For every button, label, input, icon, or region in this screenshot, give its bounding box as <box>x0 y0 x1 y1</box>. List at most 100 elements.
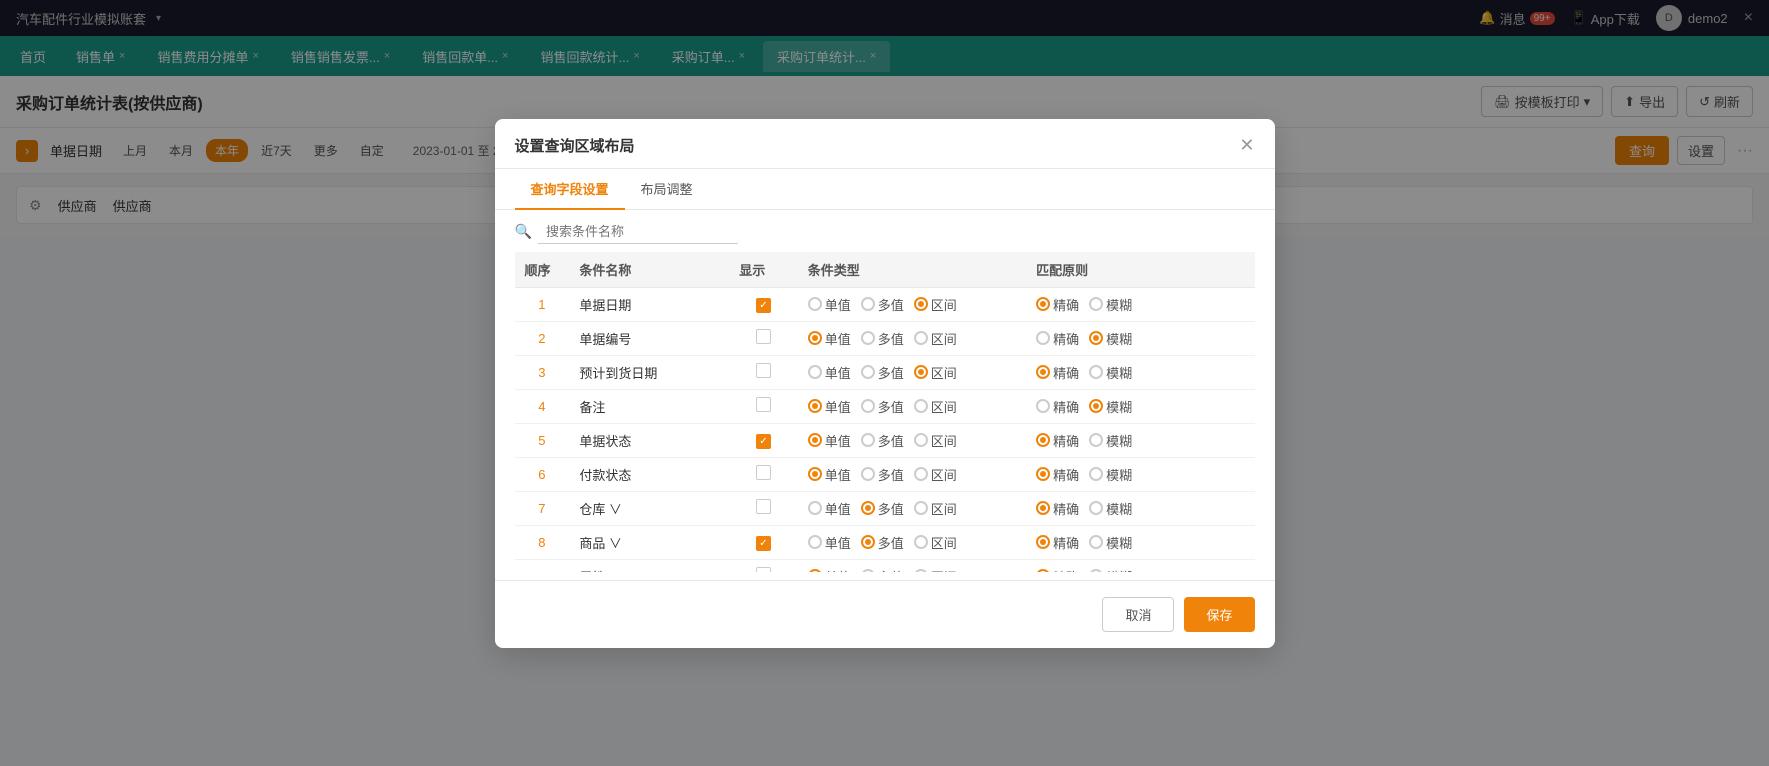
radio-type-range[interactable]: 区间 <box>914 397 957 416</box>
radio-match-exact[interactable]: 精确 <box>1036 329 1079 348</box>
radio-type-range[interactable]: 区间 <box>914 567 957 572</box>
cell-show[interactable] <box>729 287 798 321</box>
radio-circle-type-multi <box>861 467 875 481</box>
cell-type: 单值多值区间 <box>798 457 1026 491</box>
show-checkbox[interactable] <box>756 567 771 572</box>
radio-match-exact[interactable]: 精确 <box>1036 465 1079 484</box>
table-row: 1单据日期单值多值区间精确模糊 <box>515 287 1255 321</box>
radio-match-exact[interactable]: 精确 <box>1036 295 1079 314</box>
radio-match-exact[interactable]: 精确 <box>1036 397 1079 416</box>
radio-label-type-single: 单值 <box>825 465 851 484</box>
radio-match-exact[interactable]: 精确 <box>1036 363 1079 382</box>
show-checkbox[interactable] <box>756 434 771 449</box>
radio-type-single[interactable]: 单值 <box>808 363 851 382</box>
tab-layout-adjust[interactable]: 布局调整 <box>625 169 709 210</box>
radio-type-range[interactable]: 区间 <box>914 329 957 348</box>
cell-show[interactable] <box>729 559 798 572</box>
radio-match-fuzzy[interactable]: 模糊 <box>1089 295 1132 314</box>
cell-name: 单据状态 <box>569 423 729 457</box>
radio-type-single[interactable]: 单值 <box>808 465 851 484</box>
radio-match-fuzzy[interactable]: 模糊 <box>1089 329 1132 348</box>
search-icon: 🔍 <box>515 223 532 240</box>
radio-circle-type-single <box>808 467 822 481</box>
cell-name: 仓库 ∨ <box>569 491 729 525</box>
radio-match-fuzzy[interactable]: 模糊 <box>1089 533 1132 552</box>
radio-circle-match-exact <box>1036 569 1050 572</box>
radio-type-single[interactable]: 单值 <box>808 567 851 572</box>
cancel-button[interactable]: 取消 <box>1102 597 1174 632</box>
radio-match-fuzzy[interactable]: 模糊 <box>1089 397 1132 416</box>
show-checkbox[interactable] <box>756 329 771 344</box>
radio-match-fuzzy[interactable]: 模糊 <box>1089 431 1132 450</box>
cell-show[interactable] <box>729 423 798 457</box>
radio-circle-type-multi <box>861 297 875 311</box>
cell-match: 精确模糊 <box>1026 321 1254 355</box>
save-button[interactable]: 保存 <box>1184 597 1254 632</box>
radio-type-range[interactable]: 区间 <box>914 533 957 552</box>
radio-circle-type-range <box>914 569 928 572</box>
radio-label-type-single: 单值 <box>825 499 851 518</box>
cell-show[interactable] <box>729 457 798 491</box>
cell-show[interactable] <box>729 389 798 423</box>
radio-type-multi[interactable]: 多值 <box>861 295 904 314</box>
radio-type-single[interactable]: 单值 <box>808 431 851 450</box>
show-checkbox[interactable] <box>756 499 771 514</box>
settings-table: 顺序 条件名称 显示 条件类型 匹配原则 1单据日期单值多值区间精确模糊2单据编… <box>515 252 1255 572</box>
show-checkbox[interactable] <box>756 465 771 480</box>
radio-type-multi[interactable]: 多值 <box>861 397 904 416</box>
show-checkbox[interactable] <box>756 536 771 551</box>
radio-type-range[interactable]: 区间 <box>914 431 957 450</box>
radio-type-multi[interactable]: 多值 <box>861 533 904 552</box>
radio-type-single[interactable]: 单值 <box>808 397 851 416</box>
cell-match: 精确 模糊 <box>1026 559 1254 572</box>
radio-type-single[interactable]: 单值 <box>808 329 851 348</box>
radio-type-single[interactable]: 单值 <box>808 499 851 518</box>
modal-overlay: 设置查询区域布局 ✕ 查询字段设置 布局调整 🔍 顺序 条件名称 显示 <box>0 0 1769 766</box>
dialog-close-button[interactable]: ✕ <box>1239 136 1254 154</box>
radio-type-multi[interactable]: 多值 <box>861 465 904 484</box>
radio-type-multi[interactable]: 多值 <box>861 431 904 450</box>
radio-type-range[interactable]: 区间 <box>914 499 957 518</box>
radio-label-type-range: 区间 <box>931 499 957 518</box>
search-input[interactable] <box>538 220 738 244</box>
radio-match-exact[interactable]: 精确 <box>1036 567 1079 572</box>
table-row: 4备注 单值多值区间 精确模糊 <box>515 389 1255 423</box>
cell-order: 4 <box>515 389 570 423</box>
show-checkbox[interactable] <box>756 298 771 313</box>
show-checkbox[interactable] <box>756 363 771 378</box>
cell-name: 备注 <box>569 389 729 423</box>
cell-show[interactable] <box>729 321 798 355</box>
radio-type-multi[interactable]: 多值 <box>861 363 904 382</box>
radio-label-type-range: 区间 <box>931 295 957 314</box>
cell-show[interactable] <box>729 525 798 559</box>
cell-order: 8 <box>515 525 570 559</box>
radio-label-match-fuzzy: 模糊 <box>1106 363 1132 382</box>
settings-dialog: 设置查询区域布局 ✕ 查询字段设置 布局调整 🔍 顺序 条件名称 显示 <box>495 119 1275 648</box>
radio-match-exact[interactable]: 精确 <box>1036 533 1079 552</box>
tab-query-fields[interactable]: 查询字段设置 <box>515 169 625 210</box>
show-checkbox[interactable] <box>756 397 771 412</box>
radio-circle-type-range <box>914 433 928 447</box>
radio-label-type-single: 单值 <box>825 533 851 552</box>
radio-type-range[interactable]: 区间 <box>914 363 957 382</box>
radio-match-fuzzy[interactable]: 模糊 <box>1089 567 1132 572</box>
radio-match-fuzzy[interactable]: 模糊 <box>1089 465 1132 484</box>
radio-match-fuzzy[interactable]: 模糊 <box>1089 499 1132 518</box>
radio-type-multi[interactable]: 多值 <box>861 499 904 518</box>
radio-type-multi[interactable]: 多值 <box>861 567 904 572</box>
radio-match-fuzzy[interactable]: 模糊 <box>1089 363 1132 382</box>
radio-type-single[interactable]: 单值 <box>808 533 851 552</box>
radio-type-range[interactable]: 区间 <box>914 295 957 314</box>
radio-type-multi[interactable]: 多值 <box>861 329 904 348</box>
cell-match: 精确模糊 <box>1026 457 1254 491</box>
radio-type-range[interactable]: 区间 <box>914 465 957 484</box>
radio-match-exact[interactable]: 精确 <box>1036 499 1079 518</box>
cell-show[interactable] <box>729 491 798 525</box>
cell-show[interactable] <box>729 355 798 389</box>
radio-label-type-single: 单值 <box>825 397 851 416</box>
table-row: 3预计到货日期单值多值区间精确模糊 <box>515 355 1255 389</box>
radio-match-exact[interactable]: 精确 <box>1036 431 1079 450</box>
radio-circle-type-multi <box>861 569 875 572</box>
radio-circle-type-range <box>914 331 928 345</box>
radio-type-single[interactable]: 单值 <box>808 295 851 314</box>
